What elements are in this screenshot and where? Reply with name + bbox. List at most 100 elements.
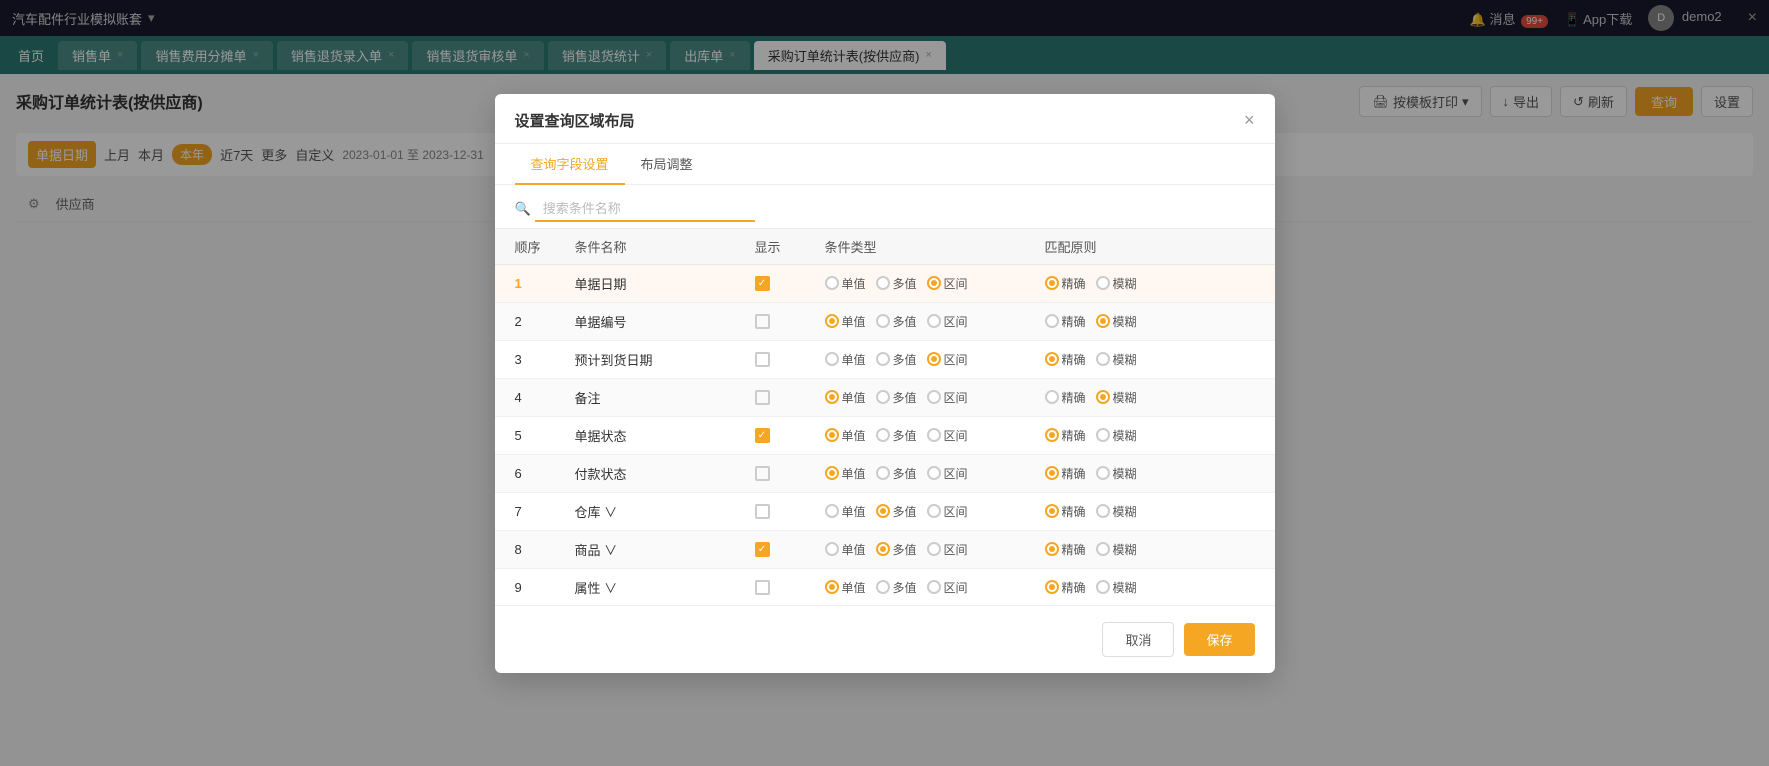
radio-single[interactable]: [825, 504, 839, 518]
type-single[interactable]: 单值: [825, 275, 866, 292]
radio-range[interactable]: [927, 580, 941, 594]
radio-fuzzy[interactable]: [1096, 390, 1110, 404]
row-show-checkbox[interactable]: [755, 580, 825, 595]
match-exact[interactable]: 精确: [1045, 465, 1086, 482]
type-multi[interactable]: 多值: [876, 389, 917, 406]
radio-single[interactable]: [825, 580, 839, 594]
radio-multi[interactable]: [876, 580, 890, 594]
checkbox-show[interactable]: [755, 314, 770, 329]
type-range[interactable]: 区间: [927, 389, 968, 406]
match-fuzzy[interactable]: 模糊: [1096, 313, 1137, 330]
type-range[interactable]: 区间: [927, 579, 968, 596]
radio-exact[interactable]: [1045, 504, 1059, 518]
row-show-checkbox[interactable]: [755, 352, 825, 367]
radio-multi[interactable]: [876, 390, 890, 404]
type-single[interactable]: 单值: [825, 389, 866, 406]
match-exact[interactable]: 精确: [1045, 579, 1086, 596]
radio-fuzzy[interactable]: [1096, 314, 1110, 328]
type-single[interactable]: 单值: [825, 465, 866, 482]
type-range[interactable]: 区间: [927, 313, 968, 330]
cancel-button[interactable]: 取消: [1102, 622, 1174, 657]
type-range[interactable]: 区间: [927, 351, 968, 368]
match-exact[interactable]: 精确: [1045, 503, 1086, 520]
save-button[interactable]: 保存: [1184, 623, 1254, 656]
type-multi[interactable]: 多值: [876, 427, 917, 444]
radio-multi[interactable]: [876, 428, 890, 442]
type-single[interactable]: 单值: [825, 313, 866, 330]
type-single[interactable]: 单值: [825, 541, 866, 558]
radio-multi[interactable]: [876, 542, 890, 556]
radio-fuzzy[interactable]: [1096, 428, 1110, 442]
match-fuzzy[interactable]: 模糊: [1096, 389, 1137, 406]
radio-range[interactable]: [927, 352, 941, 366]
type-single[interactable]: 单值: [825, 427, 866, 444]
radio-multi[interactable]: [876, 314, 890, 328]
checkbox-show[interactable]: ✓: [755, 276, 770, 291]
radio-range[interactable]: [927, 276, 941, 290]
radio-single[interactable]: [825, 314, 839, 328]
checkbox-show[interactable]: [755, 352, 770, 367]
checkbox-show[interactable]: ✓: [755, 542, 770, 557]
radio-fuzzy[interactable]: [1096, 276, 1110, 290]
checkbox-show[interactable]: [755, 466, 770, 481]
radio-fuzzy[interactable]: [1096, 504, 1110, 518]
match-fuzzy[interactable]: 模糊: [1096, 503, 1137, 520]
type-single[interactable]: 单值: [825, 579, 866, 596]
checkbox-show[interactable]: [755, 504, 770, 519]
checkbox-show[interactable]: ✓: [755, 428, 770, 443]
radio-range[interactable]: [927, 390, 941, 404]
radio-single[interactable]: [825, 466, 839, 480]
type-multi[interactable]: 多值: [876, 275, 917, 292]
type-multi[interactable]: 多值: [876, 541, 917, 558]
type-single[interactable]: 单值: [825, 351, 866, 368]
match-fuzzy[interactable]: 模糊: [1096, 427, 1137, 444]
radio-exact[interactable]: [1045, 466, 1059, 480]
checkbox-show[interactable]: [755, 580, 770, 595]
radio-single[interactable]: [825, 542, 839, 556]
radio-exact[interactable]: [1045, 390, 1059, 404]
row-show-checkbox[interactable]: [755, 504, 825, 519]
radio-exact[interactable]: [1045, 542, 1059, 556]
radio-range[interactable]: [927, 314, 941, 328]
radio-fuzzy[interactable]: [1096, 542, 1110, 556]
tab-query-fields[interactable]: 查询字段设置: [515, 144, 625, 185]
match-exact[interactable]: 精确: [1045, 275, 1086, 292]
radio-fuzzy[interactable]: [1096, 466, 1110, 480]
type-range[interactable]: 区间: [927, 275, 968, 292]
radio-range[interactable]: [927, 504, 941, 518]
match-exact[interactable]: 精确: [1045, 389, 1086, 406]
match-exact[interactable]: 精确: [1045, 351, 1086, 368]
radio-multi[interactable]: [876, 352, 890, 366]
match-exact[interactable]: 精确: [1045, 541, 1086, 558]
radio-exact[interactable]: [1045, 314, 1059, 328]
tab-layout-adjust[interactable]: 布局调整: [625, 144, 709, 185]
type-multi[interactable]: 多值: [876, 351, 917, 368]
dialog-close-button[interactable]: ×: [1244, 111, 1255, 129]
match-fuzzy[interactable]: 模糊: [1096, 541, 1137, 558]
radio-range[interactable]: [927, 428, 941, 442]
radio-multi[interactable]: [876, 504, 890, 518]
radio-exact[interactable]: [1045, 352, 1059, 366]
match-fuzzy[interactable]: 模糊: [1096, 351, 1137, 368]
radio-fuzzy[interactable]: [1096, 352, 1110, 366]
radio-exact[interactable]: [1045, 580, 1059, 594]
radio-single[interactable]: [825, 352, 839, 366]
radio-single[interactable]: [825, 276, 839, 290]
row-show-checkbox[interactable]: ✓: [755, 276, 825, 291]
match-fuzzy[interactable]: 模糊: [1096, 275, 1137, 292]
type-range[interactable]: 区间: [927, 541, 968, 558]
search-input[interactable]: [535, 197, 755, 222]
radio-exact[interactable]: [1045, 276, 1059, 290]
type-multi[interactable]: 多值: [876, 313, 917, 330]
match-fuzzy[interactable]: 模糊: [1096, 465, 1137, 482]
radio-fuzzy[interactable]: [1096, 580, 1110, 594]
radio-exact[interactable]: [1045, 428, 1059, 442]
type-range[interactable]: 区间: [927, 427, 968, 444]
type-multi[interactable]: 多值: [876, 579, 917, 596]
match-exact[interactable]: 精确: [1045, 313, 1086, 330]
match-exact[interactable]: 精确: [1045, 427, 1086, 444]
type-multi[interactable]: 多值: [876, 503, 917, 520]
row-show-checkbox[interactable]: ✓: [755, 542, 825, 557]
row-show-checkbox[interactable]: ✓: [755, 428, 825, 443]
radio-range[interactable]: [927, 542, 941, 556]
